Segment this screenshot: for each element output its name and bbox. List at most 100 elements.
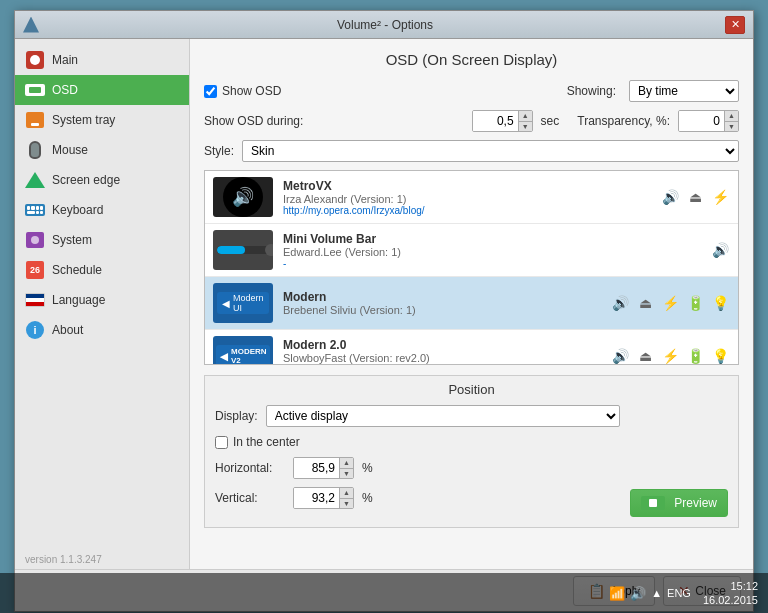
eject-icon-4[interactable]: ⏏: [635, 346, 655, 365]
vertical-row: Vertical: 93,2 ▲ ▼ %: [215, 487, 620, 509]
modern2-preview: ◀ MODERN v2: [213, 336, 273, 365]
battery-icon-4[interactable]: 🔋: [685, 346, 705, 365]
transparency-down-btn[interactable]: ▼: [724, 122, 738, 132]
preview-button[interactable]: Preview: [630, 489, 728, 517]
vertical-input[interactable]: 93,2: [294, 488, 339, 508]
sidebar-label-osd: OSD: [52, 83, 78, 97]
vertical-down-btn[interactable]: ▼: [339, 499, 353, 509]
in-center-row: In the center: [215, 435, 620, 449]
sidebar-item-about[interactable]: i About: [15, 315, 189, 345]
modern-skin-label: Modern UI: [233, 293, 264, 313]
sidebar-item-system[interactable]: System: [15, 225, 189, 255]
sidebar-item-keyboard[interactable]: Keyboard: [15, 195, 189, 225]
speaker-icon: 🔊: [630, 586, 646, 601]
close-button[interactable]: ✕: [725, 16, 745, 34]
duration-up-btn[interactable]: ▲: [518, 111, 532, 122]
modern-name: Modern: [283, 290, 610, 304]
eject-icon-3[interactable]: ⏏: [635, 293, 655, 313]
skin-item-modern[interactable]: ◀ Modern UI Modern Brebenel Silviu (Vers…: [205, 277, 738, 330]
version-text: version 1.1.3.247: [25, 554, 102, 565]
minibar-actions: 🔊: [710, 240, 730, 260]
power-icon-3[interactable]: ⚡: [660, 293, 680, 313]
showing-select[interactable]: By time Always Never: [629, 80, 739, 102]
sidebar-label-language: Language: [52, 293, 105, 307]
about-icon: i: [25, 320, 45, 340]
power-icon-4[interactable]: ⚡: [660, 346, 680, 365]
main-content: OSD (On Screen Display) Show OSD Showing…: [190, 39, 753, 569]
duration-spinbox[interactable]: 0,5 ▲ ▼: [472, 110, 533, 132]
volume-icon-1[interactable]: 🔊: [660, 187, 680, 207]
horizontal-up-btn[interactable]: ▲: [339, 458, 353, 469]
sidebar-item-main[interactable]: Main: [15, 45, 189, 75]
transparency-spinbox-btns: ▲ ▼: [724, 111, 738, 131]
sidebar-item-language[interactable]: Language: [15, 285, 189, 315]
vertical-spinbox-btns: ▲ ▼: [339, 488, 353, 508]
sidebar-item-systray[interactable]: System tray: [15, 105, 189, 135]
style-select[interactable]: Skin Classic: [242, 140, 739, 162]
horizontal-spinbox[interactable]: 85,9 ▲ ▼: [293, 457, 354, 479]
window-body: Main OSD System tray: [15, 39, 753, 569]
vertical-label: Vertical:: [215, 491, 285, 505]
taskbar-icons: 📶 🔊 ▲ ENG: [609, 586, 691, 601]
horizontal-down-btn[interactable]: ▼: [339, 469, 353, 479]
skin-item-metrovx[interactable]: 🔊 MetroVX Irza Alexandr (Version: 1) htt…: [205, 171, 738, 224]
brightness-icon-3[interactable]: 💡: [710, 293, 730, 313]
metrovx-info: MetroVX Irza Alexandr (Version: 1) http:…: [283, 179, 660, 216]
skin-item-minibar[interactable]: Mini Volume Bar Edward.Lee (Version: 1) …: [205, 224, 738, 277]
in-center-label[interactable]: In the center: [215, 435, 300, 449]
lang-label: ENG: [667, 587, 691, 599]
power-icon-1[interactable]: ⚡: [710, 187, 730, 207]
modern-arrow-icon: ◀: [222, 298, 230, 309]
position-right: Preview: [630, 405, 728, 517]
metrovx-preview: 🔊: [213, 177, 273, 217]
horizontal-input[interactable]: 85,9: [294, 458, 339, 478]
transparency-up-btn[interactable]: ▲: [724, 111, 738, 122]
duration-unit: sec: [541, 114, 560, 128]
sidebar-item-schedule[interactable]: 26 Schedule: [15, 255, 189, 285]
sidebar-item-osd[interactable]: OSD: [15, 75, 189, 105]
sidebar-item-mouse[interactable]: Mouse: [15, 135, 189, 165]
position-section: Position Display: Active display Display…: [204, 375, 739, 528]
horizontal-label: Horizontal:: [215, 461, 285, 475]
sidebar-label-about: About: [52, 323, 83, 337]
battery-icon-3[interactable]: 🔋: [685, 293, 705, 313]
section-title: OSD (On Screen Display): [204, 51, 739, 68]
preview-green-bar: [641, 496, 665, 510]
minibar-preview: [213, 230, 273, 270]
horizontal-spinbox-btns: ▲ ▼: [339, 458, 353, 478]
display-select[interactable]: Active display Display 1 Display 2: [266, 405, 621, 427]
sidebar-label-mouse: Mouse: [52, 143, 88, 157]
horizontal-unit: %: [362, 461, 373, 475]
in-center-checkbox[interactable]: [215, 436, 228, 449]
show-osd-label[interactable]: Show OSD: [204, 84, 281, 98]
modern2-skin-display: ◀ MODERN v2: [216, 345, 270, 365]
metro-speaker-icon: 🔊: [232, 186, 254, 208]
brightness-icon-4[interactable]: 💡: [710, 346, 730, 365]
volume-icon-2[interactable]: 🔊: [710, 240, 730, 260]
modern-info: Modern Brebenel Silviu (Version: 1): [283, 290, 610, 316]
modern-preview: ◀ Modern UI: [213, 283, 273, 323]
modern2-info: Modern 2.0 SlowboyFast (Version: rev2.0)…: [283, 338, 610, 366]
duration-down-btn[interactable]: ▼: [518, 122, 532, 132]
upload-icon: ▲: [651, 587, 662, 599]
skin-item-modern2[interactable]: ◀ MODERN v2 Modern 2.0 SlowboyFast (Vers…: [205, 330, 738, 365]
sidebar-item-screenedge[interactable]: Screen edge: [15, 165, 189, 195]
duration-input[interactable]: 0,5: [473, 111, 518, 131]
transparency-spinbox[interactable]: 0 ▲ ▼: [678, 110, 739, 132]
eject-icon-1[interactable]: ⏏: [685, 187, 705, 207]
sidebar-label-main: Main: [52, 53, 78, 67]
metrovx-url: http://my.opera.com/Irzyxa/blog/: [283, 205, 660, 216]
options-window: Volume² - Options ✕ Main OSD: [14, 10, 754, 612]
vertical-spinbox[interactable]: 93,2 ▲ ▼: [293, 487, 354, 509]
show-osd-checkbox[interactable]: [204, 85, 217, 98]
horizontal-row: Horizontal: 85,9 ▲ ▼ %: [215, 457, 620, 479]
schedule-icon: 26: [25, 260, 45, 280]
volume-icon-3[interactable]: 🔊: [610, 293, 630, 313]
minibar-name: Mini Volume Bar: [283, 232, 710, 246]
volume-icon-4[interactable]: 🔊: [610, 346, 630, 365]
modern-skin-display: ◀ Modern UI: [217, 292, 269, 314]
mouse-icon: [25, 140, 45, 160]
vertical-up-btn[interactable]: ▲: [339, 488, 353, 499]
transparency-input[interactable]: 0: [679, 111, 724, 131]
style-label: Style:: [204, 144, 234, 158]
